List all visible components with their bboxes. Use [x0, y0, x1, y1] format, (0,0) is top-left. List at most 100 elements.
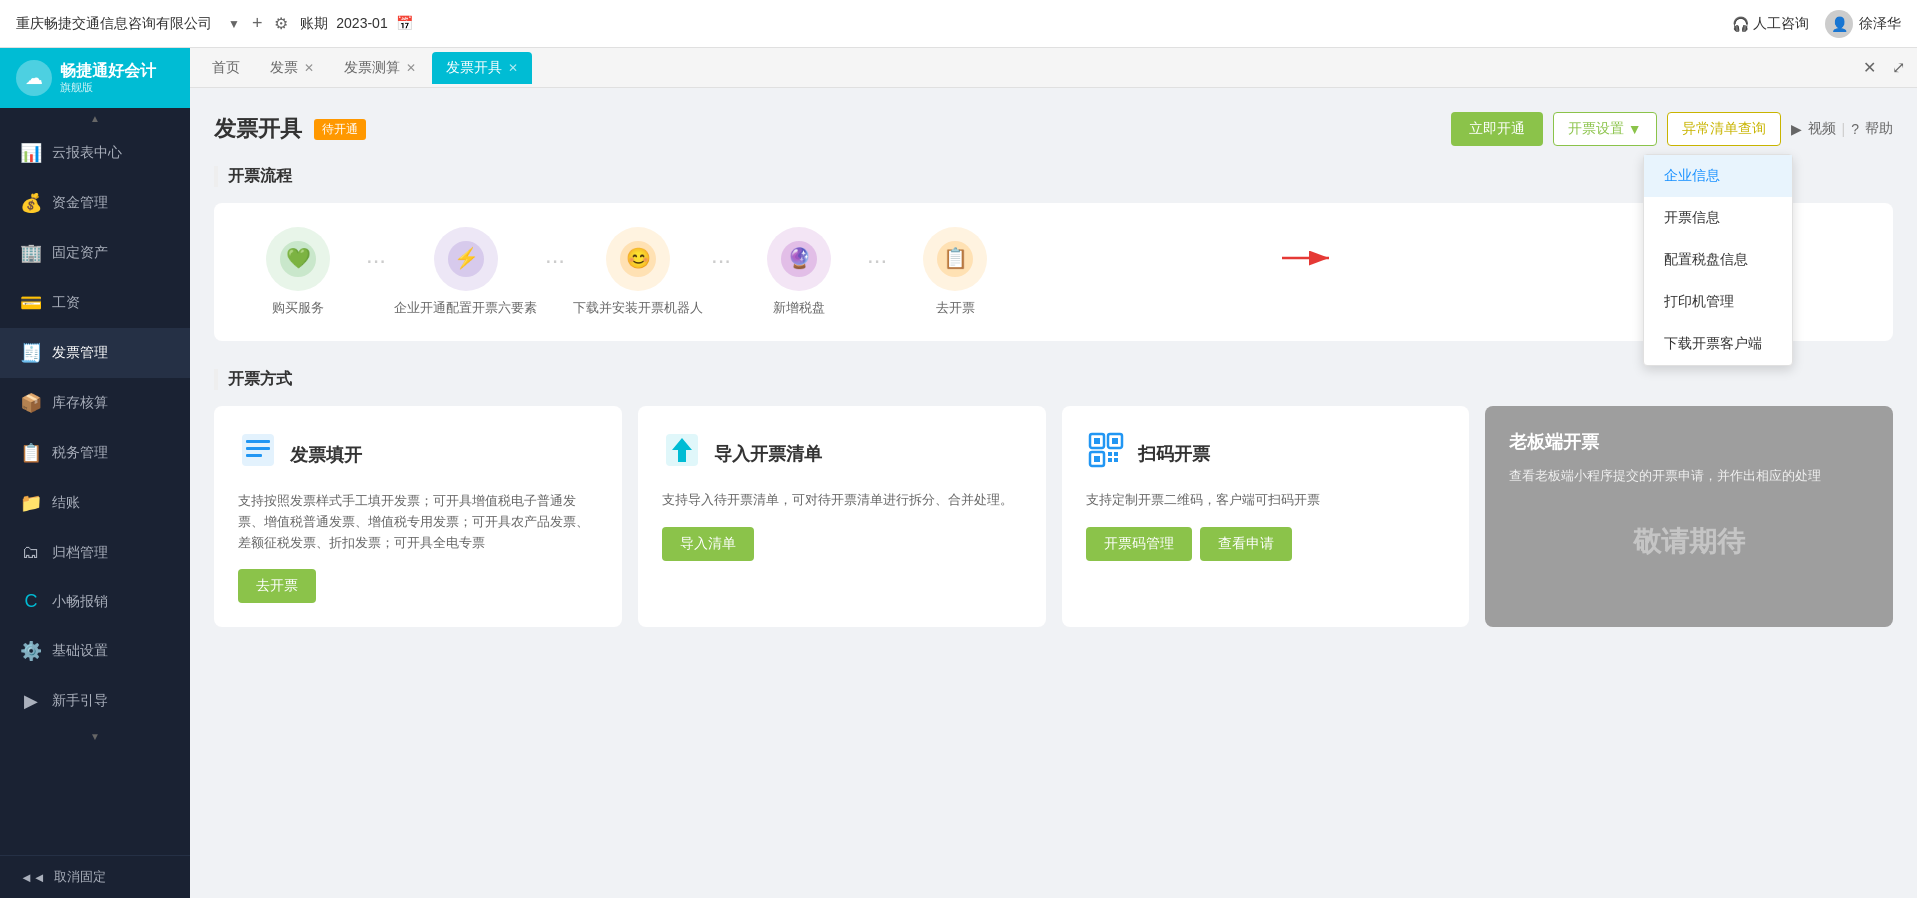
top-bar-right: 🎧 人工咨询 👤 徐泽华 — [1732, 10, 1901, 38]
fill-go-btn[interactable]: 去开票 — [238, 569, 316, 603]
exception-btn[interactable]: 异常清单查询 — [1667, 112, 1781, 146]
company-name[interactable]: 重庆畅捷交通信息咨询有限公司 — [16, 15, 212, 33]
sidebar-item-kucun[interactable]: 📦 库存核算 — [0, 378, 190, 428]
jiezhang-icon: 📁 — [20, 492, 42, 514]
sidebar-item-gudingzichan[interactable]: 🏢 固定资产 — [0, 228, 190, 278]
tab-bar: 首页 发票 ✕ 发票测算 ✕ 发票开具 ✕ ✕ ⤢ — [190, 48, 1917, 88]
flow-label-4: 新增税盘 — [773, 299, 825, 317]
settings-icon[interactable]: ⚙ — [274, 14, 288, 33]
dropdown-item-kaipiaoxinxi[interactable]: 开票信息 — [1644, 197, 1792, 239]
svg-rect-27 — [1114, 458, 1118, 462]
sidebar-item-jichushezhi[interactable]: ⚙️ 基础设置 — [0, 626, 190, 676]
flow-step-3: 😊 下载并安装开票机器人 — [573, 227, 703, 317]
svg-rect-23 — [1094, 456, 1100, 462]
svg-rect-13 — [246, 440, 270, 443]
svg-text:🔮: 🔮 — [787, 246, 812, 270]
dropdown-item-dayinji[interactable]: 打印机管理 — [1644, 281, 1792, 323]
xiaochang-icon: C — [20, 591, 42, 612]
svg-text:💚: 💚 — [286, 246, 311, 270]
add-company-btn[interactable]: + — [252, 13, 263, 34]
sidebar-item-label: 资金管理 — [52, 194, 108, 212]
sidebar-item-label: 归档管理 — [52, 544, 108, 562]
sidebar-item-fapiao[interactable]: 🧾 发票管理 — [0, 328, 190, 378]
method-desc-fill: 支持按照发票样式手工填开发票；可开具增值税电子普通发票、增值税普通发票、增值税专… — [238, 491, 598, 553]
video-help[interactable]: ▶ 视频 | ? 帮助 — [1791, 120, 1893, 138]
tab-fapiaokaifu[interactable]: 发票开具 ✕ — [432, 52, 532, 84]
page-title: 发票开具 — [214, 114, 302, 144]
tab-fapiao-close[interactable]: ✕ — [304, 61, 314, 75]
flow-arrow-1: ··· — [358, 246, 394, 274]
unpin-icon: ◄◄ — [20, 870, 46, 885]
flow-icon-5: 📋 — [923, 227, 987, 291]
flow-icon-2: ⚡ — [434, 227, 498, 291]
sidebar-item-label: 工资 — [52, 294, 80, 312]
sidebar-item-guidang[interactable]: 🗂 归档管理 — [0, 528, 190, 577]
svg-rect-25 — [1114, 452, 1118, 456]
method-card-boss: 老板端开票 查看老板端小程序提交的开票申请，并作出相应的处理 敬请期待 — [1485, 406, 1893, 627]
gongzi-icon: 💳 — [20, 292, 42, 314]
sidebar-item-xiaochangbaoxiao[interactable]: C 小畅报销 — [0, 577, 190, 626]
method-card-fill: 发票填开 支持按照发票样式手工填开发票；可开具增值税电子普通发票、增值税普通发票… — [214, 406, 622, 627]
user-menu[interactable]: 👤 徐泽华 — [1825, 10, 1901, 38]
methods-section-title: 开票方式 — [214, 369, 1893, 390]
method-footer-scan: 开票码管理 查看申请 — [1086, 527, 1446, 561]
sidebar-item-label: 新手引导 — [52, 692, 108, 710]
activate-btn[interactable]: 立即开通 — [1451, 112, 1543, 146]
shuiwu-icon: 📋 — [20, 442, 42, 464]
sidebar-item-gongzi[interactable]: 💳 工资 — [0, 278, 190, 328]
svg-text:⚡: ⚡ — [453, 246, 478, 270]
sidebar-item-label: 小畅报销 — [52, 593, 108, 611]
settings-dropdown: 企业信息 开票信息 配置税盘信息 打印机管理 — [1643, 154, 1793, 366]
flow-arrow-3: ··· — [703, 246, 739, 274]
tab-fapiao[interactable]: 发票 ✕ — [256, 52, 328, 84]
method-footer-fill: 去开票 — [238, 569, 598, 603]
sidebar-item-label: 发票管理 — [52, 344, 108, 362]
divider: | — [1842, 121, 1846, 137]
dropdown-item-qiyexinxi[interactable]: 企业信息 — [1644, 155, 1792, 197]
sidebar-scroll-down[interactable]: ▼ — [0, 726, 190, 746]
scan-code-btn[interactable]: 开票码管理 — [1086, 527, 1192, 561]
sidebar-item-xinshouzhidao[interactable]: ▶ 新手引导 — [0, 676, 190, 726]
sidebar-bottom-btn[interactable]: ◄◄ 取消固定 — [0, 855, 190, 898]
method-desc-import: 支持导入待开票清单，可对待开票清单进行拆分、合并处理。 — [662, 490, 1022, 511]
sidebar-item-shuiwu[interactable]: 📋 税务管理 — [0, 428, 190, 478]
flow-label-5: 去开票 — [936, 299, 975, 317]
company-dropdown-icon[interactable]: ▼ — [228, 17, 240, 31]
service-btn[interactable]: 🎧 人工咨询 — [1732, 15, 1809, 33]
svg-rect-24 — [1108, 452, 1112, 456]
guidang-icon: 🗂 — [20, 542, 42, 563]
close-panel-btn[interactable]: ✕ — [1859, 54, 1880, 81]
kucun-icon: 📦 — [20, 392, 42, 414]
dropdown-item-peizhi[interactable]: 配置税盘信息 — [1644, 239, 1792, 281]
tab-fapiaokaifu-close[interactable]: ✕ — [508, 61, 518, 75]
tab-home[interactable]: 首页 — [198, 52, 254, 84]
sidebar-logo: ☁ 畅捷通好会计 旗舰版 — [0, 48, 190, 108]
fapiao-icon: 🧾 — [20, 342, 42, 364]
sidebar-item-label: 云报表中心 — [52, 144, 122, 162]
svg-rect-14 — [246, 447, 270, 450]
settings-btn[interactable]: 开票设置 ▼ — [1553, 112, 1657, 146]
sidebar-item-zijin[interactable]: 💰 资金管理 — [0, 178, 190, 228]
scan-apply-btn[interactable]: 查看申请 — [1200, 527, 1292, 561]
maximize-btn[interactable]: ⤢ — [1888, 54, 1909, 81]
flow-label-1: 购买服务 — [272, 299, 324, 317]
main-panel: 首页 发票 ✕ 发票测算 ✕ 发票开具 ✕ ✕ ⤢ 发票开具 — [190, 48, 1917, 898]
jichushezhi-icon: ⚙️ — [20, 640, 42, 662]
import-icon — [662, 430, 702, 478]
method-card-import: 导入开票清单 支持导入待开票清单，可对待开票清单进行拆分、合并处理。 导入清单 — [638, 406, 1046, 627]
method-title-scan: 扫码开票 — [1138, 442, 1210, 466]
flow-section: 开票流程 💚 购买服务 ··· — [214, 166, 1893, 341]
methods-section: 开票方式 — [214, 369, 1893, 627]
method-footer-import: 导入清单 — [662, 527, 1022, 561]
sidebar-scroll-up[interactable]: ▲ — [0, 108, 190, 128]
import-btn[interactable]: 导入清单 — [662, 527, 754, 561]
tab-fapiaocesuan-close[interactable]: ✕ — [406, 61, 416, 75]
sidebar-item-yunbao[interactable]: 📊 云报表中心 — [0, 128, 190, 178]
sidebar-item-jiezhang[interactable]: 📁 结账 — [0, 478, 190, 528]
flow-arrow-2: ··· — [537, 246, 573, 274]
sidebar-item-label: 结账 — [52, 494, 80, 512]
tab-fapiaocesuan[interactable]: 发票测算 ✕ — [330, 52, 430, 84]
method-header-boss: 老板端开票 — [1509, 430, 1869, 454]
dropdown-item-xiazai[interactable]: 下载开票客户端 — [1644, 323, 1792, 365]
account-period: 账期 2023-01 📅 — [300, 15, 412, 33]
